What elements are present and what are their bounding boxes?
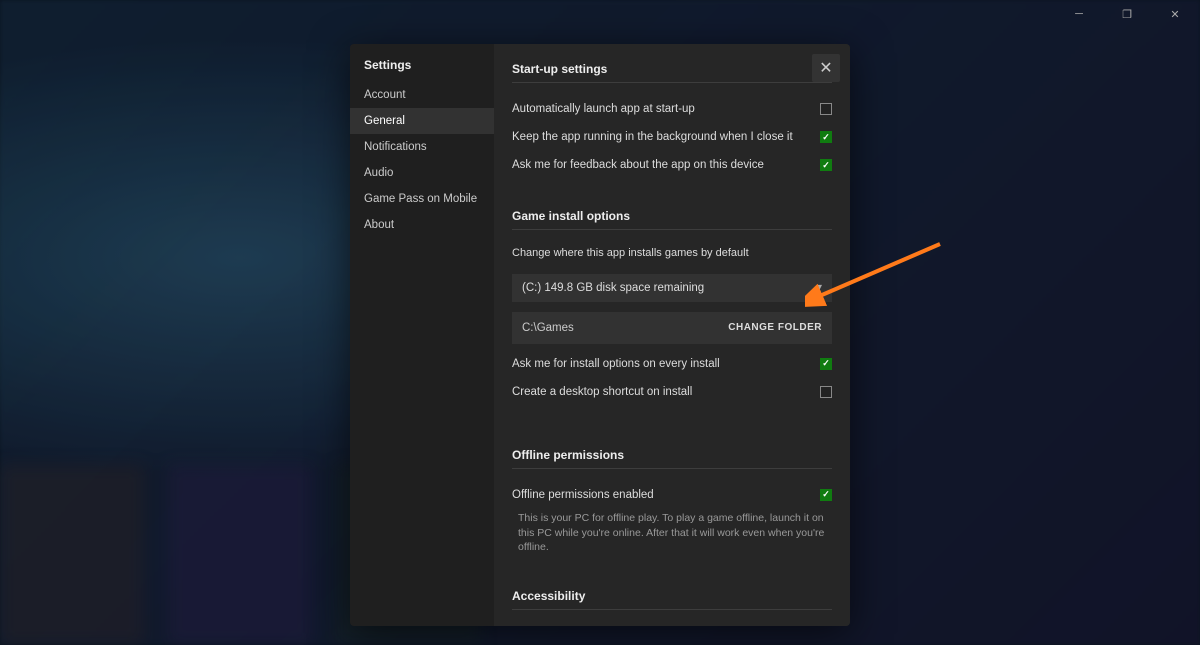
- folder-path: C:\Games: [522, 322, 574, 334]
- change-folder-button[interactable]: CHANGE FOLDER: [728, 322, 822, 333]
- sidebar-item-general[interactable]: General: [350, 108, 494, 134]
- settings-sidebar: Settings Account General Notifications A…: [350, 44, 494, 626]
- settings-content: ✕ Start-up settings Automatically launch…: [494, 44, 850, 626]
- label-keep-running: Keep the app running in the background w…: [512, 129, 810, 145]
- chevron-down-icon: ▾: [817, 282, 822, 293]
- sidebar-item-audio[interactable]: Audio: [350, 160, 494, 186]
- divider: [512, 609, 832, 610]
- dialog-close-button[interactable]: ✕: [812, 54, 840, 82]
- window-close-button[interactable]: ✕: [1156, 0, 1194, 28]
- label-offline-enabled: Offline permissions enabled: [512, 487, 810, 503]
- divider: [512, 82, 832, 83]
- section-heading-startup: Start-up settings: [512, 62, 832, 76]
- checkbox-ask-install[interactable]: [820, 358, 832, 370]
- checkbox-desktop-shortcut[interactable]: [820, 386, 832, 398]
- row-offline-enabled[interactable]: Offline permissions enabled: [512, 481, 832, 509]
- row-ask-install[interactable]: Ask me for install options on every inst…: [512, 350, 832, 378]
- maximize-button[interactable]: ❐: [1108, 0, 1146, 28]
- row-themes[interactable]: Show themes on profiles: [512, 622, 832, 626]
- section-heading-offline: Offline permissions: [512, 448, 832, 462]
- install-folder-row: C:\Games CHANGE FOLDER: [512, 312, 832, 344]
- minimize-button[interactable]: ─: [1060, 0, 1098, 28]
- row-auto-launch[interactable]: Automatically launch app at start-up: [512, 95, 832, 123]
- label-feedback: Ask me for feedback about the app on thi…: [512, 157, 810, 173]
- sidebar-item-game-pass-mobile[interactable]: Game Pass on Mobile: [350, 186, 494, 212]
- dialog-title: Settings: [350, 44, 494, 82]
- section-heading-install: Game install options: [512, 209, 832, 223]
- sidebar-item-account[interactable]: Account: [350, 82, 494, 108]
- label-desktop-shortcut: Create a desktop shortcut on install: [512, 384, 810, 400]
- row-keep-running[interactable]: Keep the app running in the background w…: [512, 123, 832, 151]
- sidebar-item-notifications[interactable]: Notifications: [350, 134, 494, 160]
- offline-help-text: This is your PC for offline play. To pla…: [512, 509, 832, 559]
- label-ask-install: Ask me for install options on every inst…: [512, 356, 810, 372]
- divider: [512, 229, 832, 230]
- settings-dialog: Settings Account General Notifications A…: [350, 44, 850, 626]
- window-titlebar: ─ ❐ ✕: [1060, 0, 1200, 28]
- section-heading-accessibility: Accessibility: [512, 589, 832, 603]
- label-change-where: Change where this app installs games by …: [512, 242, 832, 269]
- row-desktop-shortcut[interactable]: Create a desktop shortcut on install: [512, 378, 832, 406]
- checkbox-keep-running[interactable]: [820, 131, 832, 143]
- checkbox-offline-enabled[interactable]: [820, 489, 832, 501]
- drive-label: (C:) 149.8 GB disk space remaining: [522, 282, 704, 294]
- sidebar-item-about[interactable]: About: [350, 212, 494, 238]
- checkbox-feedback[interactable]: [820, 159, 832, 171]
- label-auto-launch: Automatically launch app at start-up: [512, 101, 810, 117]
- row-feedback[interactable]: Ask me for feedback about the app on thi…: [512, 151, 832, 179]
- close-icon: ✕: [819, 58, 832, 78]
- checkbox-auto-launch[interactable]: [820, 103, 832, 115]
- divider: [512, 468, 832, 469]
- drive-dropdown[interactable]: (C:) 149.8 GB disk space remaining ▾: [512, 274, 832, 302]
